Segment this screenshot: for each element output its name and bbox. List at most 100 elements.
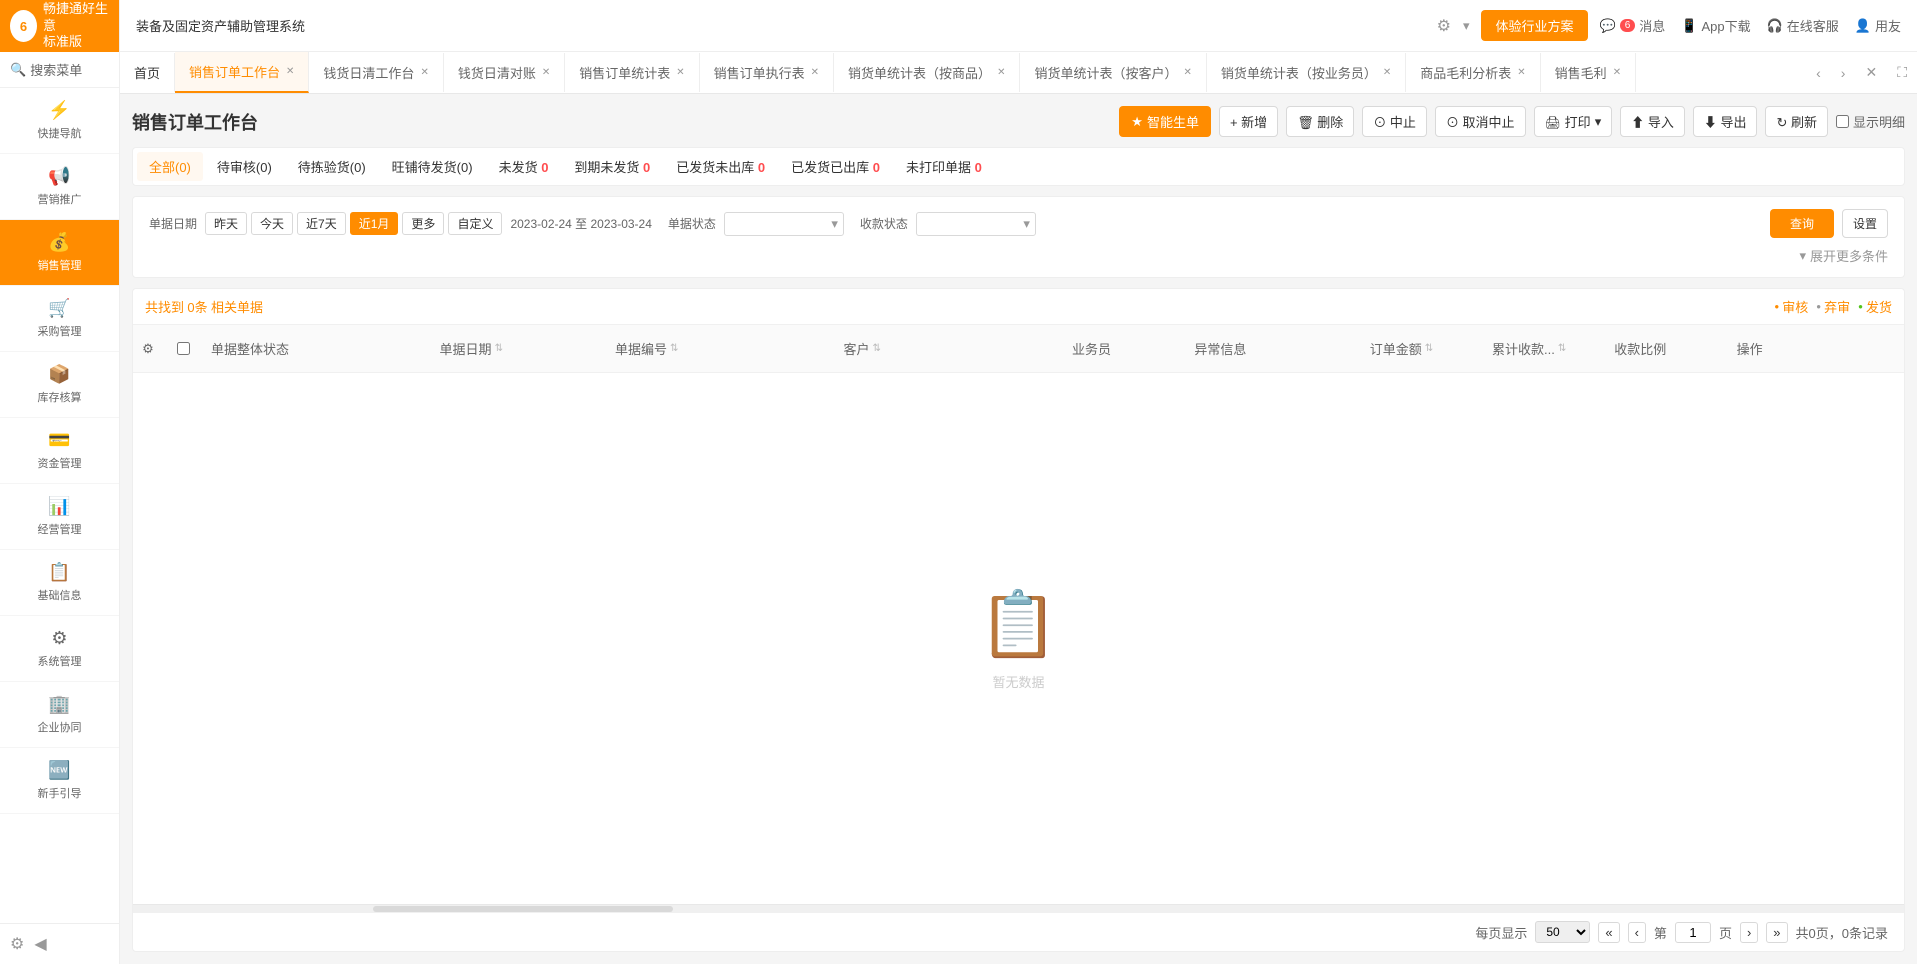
smart-btn[interactable]: ★ 智能生单	[1119, 106, 1211, 137]
tab-cash-reconcile-close[interactable]: ✕	[542, 67, 550, 78]
filter-tab-pending-inspect[interactable]: 待拣验货(0)	[286, 152, 378, 181]
page-input[interactable]	[1675, 922, 1711, 943]
tab-sales-workbench[interactable]: 销售订单工作台 ✕	[175, 52, 309, 93]
topbar-dropdown-icon[interactable]: ▾	[1463, 18, 1470, 34]
tab-sales-workbench-close[interactable]: ✕	[286, 66, 294, 77]
tab-by-product-close[interactable]: ✕	[997, 67, 1005, 78]
tab-home[interactable]: 首页	[120, 53, 175, 92]
date-btn-today[interactable]: 今天	[251, 212, 293, 235]
tab-sales-profit[interactable]: 销售毛利 ✕	[1541, 53, 1636, 92]
tab-close-all[interactable]: ✕	[1855, 56, 1887, 89]
page-size-select[interactable]: 50 10 20 100	[1535, 921, 1590, 943]
filter-tab-not-printed[interactable]: 未打印单据 0	[894, 152, 994, 181]
tab-sales-stat[interactable]: 销售订单统计表 ✕	[565, 53, 699, 92]
collapse-btn[interactable]: ◀	[34, 934, 46, 954]
th-status[interactable]: 单据整体状态	[203, 333, 432, 364]
tab-scroll-left[interactable]: ‹	[1806, 57, 1831, 89]
sidebar-item-quick-nav[interactable]: ⚡ 快捷导航	[0, 88, 119, 154]
add-btn[interactable]: + 新增	[1219, 106, 1278, 137]
filter-tab-all[interactable]: 全部(0)	[137, 152, 203, 181]
page-prev-btn[interactable]: ‹	[1628, 922, 1646, 943]
export-btn[interactable]: ⬇ 导出	[1693, 106, 1758, 137]
date-btn-more[interactable]: 更多	[402, 212, 444, 235]
stop-btn[interactable]: ⊙ 中止	[1362, 106, 1427, 137]
query-btn[interactable]: 查询	[1770, 209, 1834, 238]
tab-fullscreen[interactable]: ⛶	[1887, 56, 1917, 89]
filter-settings-btn[interactable]: 设置	[1842, 209, 1888, 238]
th-date[interactable]: 单据日期 ⇅	[432, 333, 607, 364]
settings-footer-btn[interactable]: ⚙	[10, 934, 24, 954]
tab-gross-profit-close[interactable]: ✕	[1517, 67, 1525, 78]
tab-by-customer[interactable]: 销货单统计表（按客户） ✕	[1020, 53, 1206, 92]
sidebar-item-enterprise[interactable]: 🏢 企业协同	[0, 682, 119, 748]
sidebar-item-operation[interactable]: 📊 经营管理	[0, 484, 119, 550]
filter-tab-not-shipped[interactable]: 未发货 0	[487, 152, 561, 181]
sidebar-item-system[interactable]: ⚙ 系统管理	[0, 616, 119, 682]
show-detail-checkbox[interactable]	[1836, 115, 1849, 128]
sidebar-item-sales[interactable]: 💰 销售管理	[0, 220, 119, 286]
th-collected[interactable]: 累计收款... ⇅	[1484, 333, 1606, 364]
cancel-audit-action-btn[interactable]: 弃审	[1816, 297, 1850, 316]
date-btn-last7[interactable]: 近7天	[297, 212, 346, 235]
sidebar-item-finance[interactable]: 💳 资金管理	[0, 418, 119, 484]
sidebar-item-basic[interactable]: 📋 基础信息	[0, 550, 119, 616]
filter-row-2: ▾ 展开更多条件	[149, 246, 1888, 265]
sidebar-item-inventory[interactable]: 📦 库存核算	[0, 352, 119, 418]
tab-cash-reconcile[interactable]: 钱货日清对账 ✕	[444, 53, 565, 92]
tab-gross-profit[interactable]: 商品毛利分析表 ✕	[1406, 53, 1540, 92]
import-btn[interactable]: ⬆ 导入	[1620, 106, 1685, 137]
refresh-btn[interactable]: ↻ 刷新	[1765, 106, 1828, 137]
ship-action-btn[interactable]: 发货	[1858, 297, 1892, 316]
tab-cash-daily[interactable]: 钱货日清工作台 ✕	[309, 53, 443, 92]
tab-by-staff-close[interactable]: ✕	[1383, 67, 1391, 78]
cancel-stop-btn[interactable]: ⊙ 取消中止	[1435, 106, 1526, 137]
status-select[interactable]	[724, 212, 844, 236]
tab-scroll-right[interactable]: ›	[1831, 57, 1856, 89]
expand-more-btn[interactable]: ▾ 展开更多条件	[1799, 246, 1888, 265]
search-menu[interactable]: 🔍 搜索菜单	[0, 52, 119, 88]
industry-btn[interactable]: 体验行业方案	[1481, 10, 1587, 41]
print-btn[interactable]: 🖨 打印 ▾	[1534, 106, 1613, 137]
message-item[interactable]: 💬 6 消息	[1600, 16, 1666, 35]
page-next-btn[interactable]: ›	[1740, 922, 1758, 943]
th-salesman[interactable]: 业务员	[1064, 333, 1186, 364]
th-abnormal[interactable]: 异常信息	[1186, 333, 1361, 364]
date-btn-last-month[interactable]: 近1月	[350, 212, 399, 235]
sidebar-item-marketing[interactable]: 📢 营销推广	[0, 154, 119, 220]
sidebar-item-purchase[interactable]: 🛒 采购管理	[0, 286, 119, 352]
online-service-item[interactable]: 🎧 在线客服	[1767, 16, 1839, 35]
page-last-btn[interactable]: »	[1766, 922, 1787, 943]
filter-tab-pending-audit[interactable]: 待审核(0)	[205, 152, 284, 181]
payment-select[interactable]	[916, 212, 1036, 236]
filter-tab-shipped-not-out[interactable]: 已发货未出库 0	[664, 152, 777, 181]
user-item[interactable]: 👤 用友	[1855, 16, 1901, 35]
page-first-btn[interactable]: «	[1598, 922, 1619, 943]
filter-tab-wangpu-ship[interactable]: 旺铺待发货(0)	[380, 152, 485, 181]
tab-by-customer-close[interactable]: ✕	[1183, 67, 1191, 78]
filter-tab-overdue-ship[interactable]: 到期未发货 0	[562, 152, 662, 181]
sidebar-item-guide[interactable]: 🆕 新手引导	[0, 748, 119, 814]
show-detail-label[interactable]: 显示明细	[1836, 112, 1905, 131]
tab-by-product[interactable]: 销货单统计表（按商品） ✕	[834, 53, 1020, 92]
select-all-checkbox[interactable]	[177, 342, 190, 355]
th-customer[interactable]: 客户 ⇅	[836, 333, 1065, 364]
date-btn-yesterday[interactable]: 昨天	[205, 212, 247, 235]
tab-sales-exec-close[interactable]: ✕	[811, 67, 819, 78]
app-download-item[interactable]: 📱 App下载	[1681, 16, 1750, 35]
tab-by-staff[interactable]: 销货单统计表（按业务员） ✕	[1207, 53, 1406, 92]
topbar-settings-icon[interactable]: ⚙	[1437, 16, 1451, 36]
tab-sales-profit-close[interactable]: ✕	[1613, 67, 1621, 78]
th-settings[interactable]: ⚙	[133, 335, 163, 363]
tab-sales-stat-close[interactable]: ✕	[676, 67, 684, 78]
tab-sales-exec[interactable]: 销售订单执行表 ✕	[700, 53, 834, 92]
th-amount[interactable]: 订单金额 ⇅	[1362, 333, 1484, 364]
tab-cash-daily-close[interactable]: ✕	[420, 67, 428, 78]
date-btn-custom[interactable]: 自定义	[448, 212, 502, 235]
th-check[interactable]	[163, 336, 203, 361]
delete-btn[interactable]: 🗑 删除	[1286, 106, 1354, 137]
scrollbar-thumb[interactable]	[373, 906, 673, 912]
audit-action-btn[interactable]: 审核	[1774, 297, 1808, 316]
horizontal-scrollbar[interactable]	[133, 904, 1904, 912]
filter-tab-shipped-out[interactable]: 已发货已出库 0	[779, 152, 892, 181]
th-no[interactable]: 单据编号 ⇅	[607, 333, 836, 364]
